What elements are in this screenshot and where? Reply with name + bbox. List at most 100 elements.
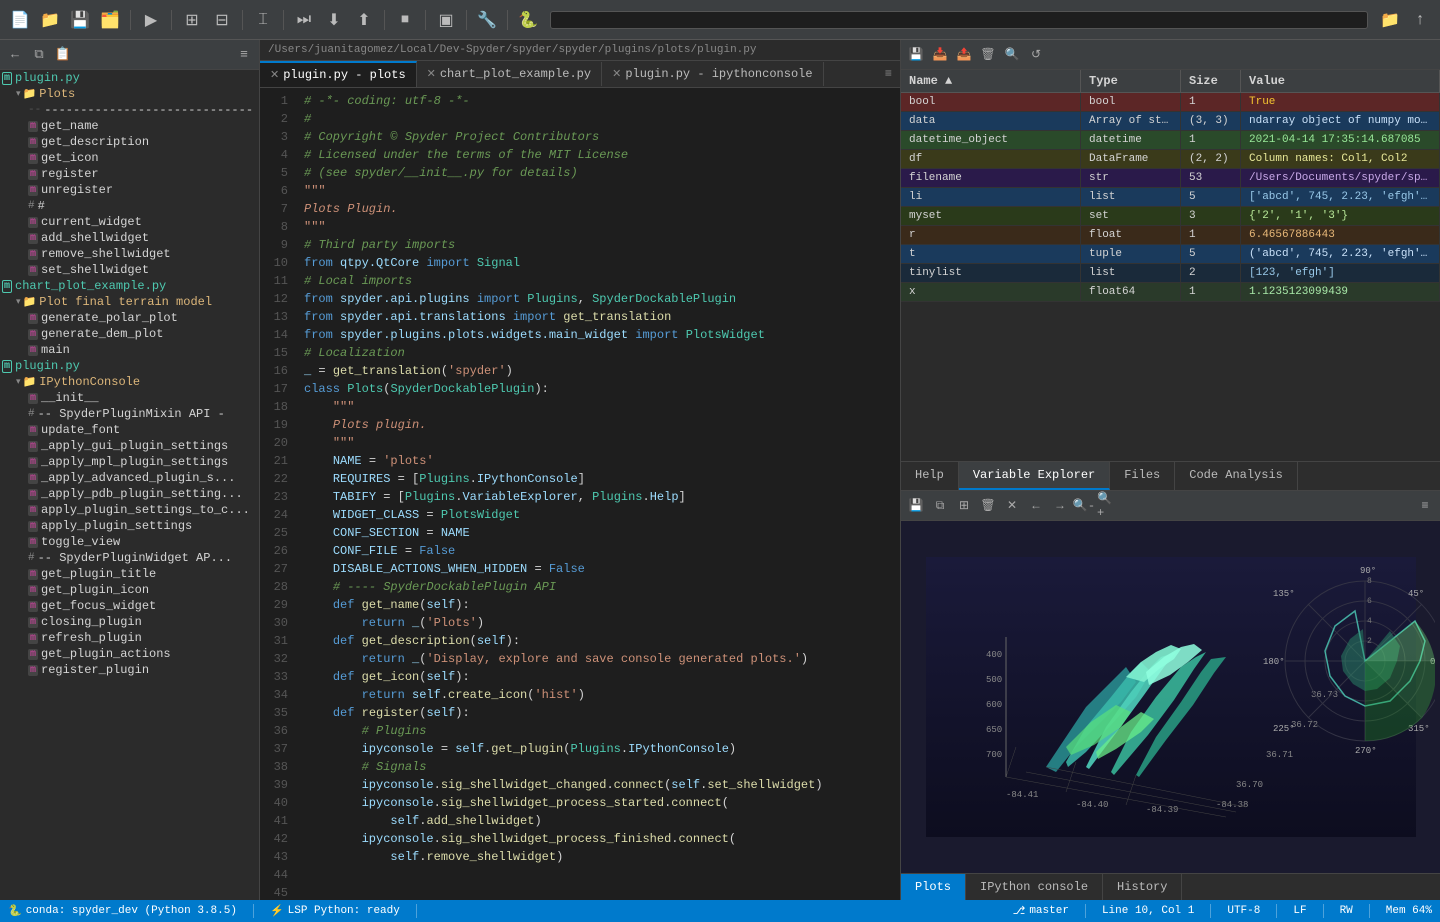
- plot-tab-history[interactable]: History: [1103, 874, 1182, 900]
- open-file-icon[interactable]: 📁: [38, 8, 62, 32]
- go-up-icon[interactable]: ↑: [1408, 8, 1432, 32]
- tab-plugin-plots[interactable]: ✕ plugin.py - plots: [260, 61, 417, 87]
- cursor-icon[interactable]: ⌶: [251, 8, 275, 32]
- tree-item-3[interactable]: mget_name: [0, 118, 259, 134]
- tree-item-11[interactable]: mremove_shellwidget: [0, 246, 259, 262]
- stop-icon[interactable]: ⏹: [393, 8, 417, 32]
- plot-zoom-out-icon[interactable]: 🔍-: [1073, 495, 1095, 517]
- code-editor[interactable]: 1234567891011121314151617181920212223242…: [260, 88, 900, 900]
- ve-import-icon[interactable]: 📥: [929, 44, 951, 66]
- ve-search-icon[interactable]: 🔍: [1001, 44, 1023, 66]
- tree-item-32[interactable]: mget_plugin_icon: [0, 582, 259, 598]
- ve-tab-code-analysis[interactable]: Code Analysis: [1175, 462, 1298, 490]
- plot-menu-icon[interactable]: ≡: [1414, 495, 1436, 517]
- ve-tab-help[interactable]: Help: [901, 462, 959, 490]
- plot-zoom-input[interactable]: 0 %: [1121, 499, 1161, 513]
- tab-chart-plot[interactable]: ✕ chart_plot_example.py: [417, 62, 602, 86]
- split-icon[interactable]: ⊟: [210, 8, 234, 32]
- tree-item-20[interactable]: m__init__: [0, 390, 259, 406]
- tree-item-13[interactable]: mchart_plot_example.py: [0, 278, 259, 294]
- tree-item-23[interactable]: m_apply_gui_plugin_settings: [0, 438, 259, 454]
- ve-export-icon[interactable]: 📤: [953, 44, 975, 66]
- ve-refresh-icon[interactable]: ↺: [1025, 44, 1047, 66]
- tree-item-2[interactable]: -------------------------------: [0, 102, 259, 118]
- ve-delete-icon[interactable]: 🗑: [977, 44, 999, 66]
- table-row[interactable]: filenamestr53/Users/Documents/spyder/spy…: [901, 169, 1440, 188]
- tree-item-12[interactable]: mset_shellwidget: [0, 262, 259, 278]
- folder-browse-icon[interactable]: 📁: [1378, 8, 1402, 32]
- table-row[interactable]: mysetset3{'2', '1', '3'}: [901, 207, 1440, 226]
- tab-close-icon[interactable]: ✕: [270, 68, 279, 82]
- ve-tab-files[interactable]: Files: [1110, 462, 1175, 490]
- save-file-icon[interactable]: 💾: [68, 8, 92, 32]
- tree-item-21[interactable]: #-- SpyderPluginMixin API -: [0, 406, 259, 422]
- plot-prev-icon[interactable]: ←: [1025, 495, 1047, 517]
- tree-item-25[interactable]: m_apply_advanced_plugin_s...: [0, 470, 259, 486]
- table-row[interactable]: ttuple5('abcd', 745, 2.23, 'efgh', 70.2): [901, 245, 1440, 264]
- tree-item-29[interactable]: mtoggle_view: [0, 534, 259, 550]
- tree-item-31[interactable]: mget_plugin_title: [0, 566, 259, 582]
- settings-icon[interactable]: 🔧: [475, 8, 499, 32]
- tab-menu-icon[interactable]: ≡: [877, 63, 900, 85]
- tree-item-16[interactable]: mgenerate_dem_plot: [0, 326, 259, 342]
- layout-icon[interactable]: ▣: [434, 8, 458, 32]
- tree-item-24[interactable]: m_apply_mpl_plugin_settings: [0, 454, 259, 470]
- table-row[interactable]: dataArray of str128(3, 3)ndarray object …: [901, 112, 1440, 131]
- plot-tab-ipython[interactable]: IPython console: [966, 874, 1103, 900]
- table-row[interactable]: lilist5['abcd', 745, 2.23, 'efgh', 70.2]: [901, 188, 1440, 207]
- tree-item-30[interactable]: #-- SpyderPluginWidget AP...: [0, 550, 259, 566]
- tree-item-22[interactable]: mupdate_font: [0, 422, 259, 438]
- ve-col-size[interactable]: Size: [1181, 70, 1241, 92]
- plot-next-icon[interactable]: →: [1049, 495, 1071, 517]
- ve-col-type[interactable]: Type: [1081, 70, 1181, 92]
- plot-save-icon[interactable]: 💾: [905, 495, 927, 517]
- tree-item-8[interactable]: ##: [0, 198, 259, 214]
- step-into-icon[interactable]: ⬇: [322, 8, 346, 32]
- browse-tabs-icon[interactable]: ⊞: [180, 8, 204, 32]
- step-over-icon[interactable]: ⏭: [292, 8, 316, 32]
- tree-item-6[interactable]: mregister: [0, 166, 259, 182]
- tree-item-5[interactable]: mget_icon: [0, 150, 259, 166]
- tab-close-icon[interactable]: ✕: [612, 67, 621, 81]
- plot-copy-icon[interactable]: ⧉: [929, 495, 951, 517]
- table-row[interactable]: rfloat16.46567886443: [901, 226, 1440, 245]
- table-row[interactable]: xfloat6411.1235123099439: [901, 283, 1440, 302]
- ve-col-value[interactable]: Value: [1241, 70, 1440, 92]
- tree-item-15[interactable]: mgenerate_polar_plot: [0, 310, 259, 326]
- tree-item-33[interactable]: mget_focus_widget: [0, 598, 259, 614]
- tree-item-1[interactable]: ▾📁Plots: [0, 86, 259, 102]
- tree-item-35[interactable]: mrefresh_plugin: [0, 630, 259, 646]
- tree-item-36[interactable]: mget_plugin_actions: [0, 646, 259, 662]
- plot-duplicate-icon[interactable]: ⊞: [953, 495, 975, 517]
- copy-icon[interactable]: ⧉: [28, 44, 50, 66]
- ve-tab-variable-explorer[interactable]: Variable Explorer: [959, 462, 1110, 490]
- table-row[interactable]: datetime_objectdatetime12021-04-14 17:35…: [901, 131, 1440, 150]
- plot-close-icon[interactable]: ✕: [1001, 495, 1023, 517]
- new-file-icon[interactable]: 📄: [8, 8, 32, 32]
- plot-delete-icon[interactable]: 🗑: [977, 495, 999, 517]
- tree-item-19[interactable]: ▾📁IPythonConsole: [0, 374, 259, 390]
- paste-icon[interactable]: 📋: [52, 44, 74, 66]
- tree-item-17[interactable]: mmain: [0, 342, 259, 358]
- tree-item-27[interactable]: mapply_plugin_settings_to_c...: [0, 502, 259, 518]
- back-icon[interactable]: ←: [4, 44, 26, 66]
- tree-item-9[interactable]: mcurrent_widget: [0, 214, 259, 230]
- table-row[interactable]: boolbool1True: [901, 93, 1440, 112]
- tab-close-icon[interactable]: ✕: [427, 67, 436, 81]
- ve-save-icon[interactable]: 💾: [905, 44, 927, 66]
- tree-item-28[interactable]: mapply_plugin_settings: [0, 518, 259, 534]
- tab-plugin-ipython[interactable]: ✕ plugin.py - ipythonconsole: [602, 62, 823, 86]
- tree-item-37[interactable]: mregister_plugin: [0, 662, 259, 678]
- save-all-icon[interactable]: 🗂️: [98, 8, 122, 32]
- tree-item-14[interactable]: ▾📁Plot final terrain model: [0, 294, 259, 310]
- step-out-icon[interactable]: ⬆: [352, 8, 376, 32]
- plot-zoom-in-icon[interactable]: 🔍+: [1097, 495, 1119, 517]
- code-content[interactable]: # -*- coding: utf-8 -*-## Copyright © Sp…: [296, 88, 900, 900]
- tree-item-10[interactable]: madd_shellwidget: [0, 230, 259, 246]
- table-row[interactable]: tinylistlist2[123, 'efgh']: [901, 264, 1440, 283]
- tree-item-0[interactable]: mplugin.py: [0, 70, 259, 86]
- ve-col-name[interactable]: Name ▲: [901, 70, 1081, 92]
- run-icon[interactable]: ▶: [139, 8, 163, 32]
- table-row[interactable]: dfDataFrame(2, 2)Column names: Col1, Col…: [901, 150, 1440, 169]
- tree-item-26[interactable]: m_apply_pdb_plugin_setting...: [0, 486, 259, 502]
